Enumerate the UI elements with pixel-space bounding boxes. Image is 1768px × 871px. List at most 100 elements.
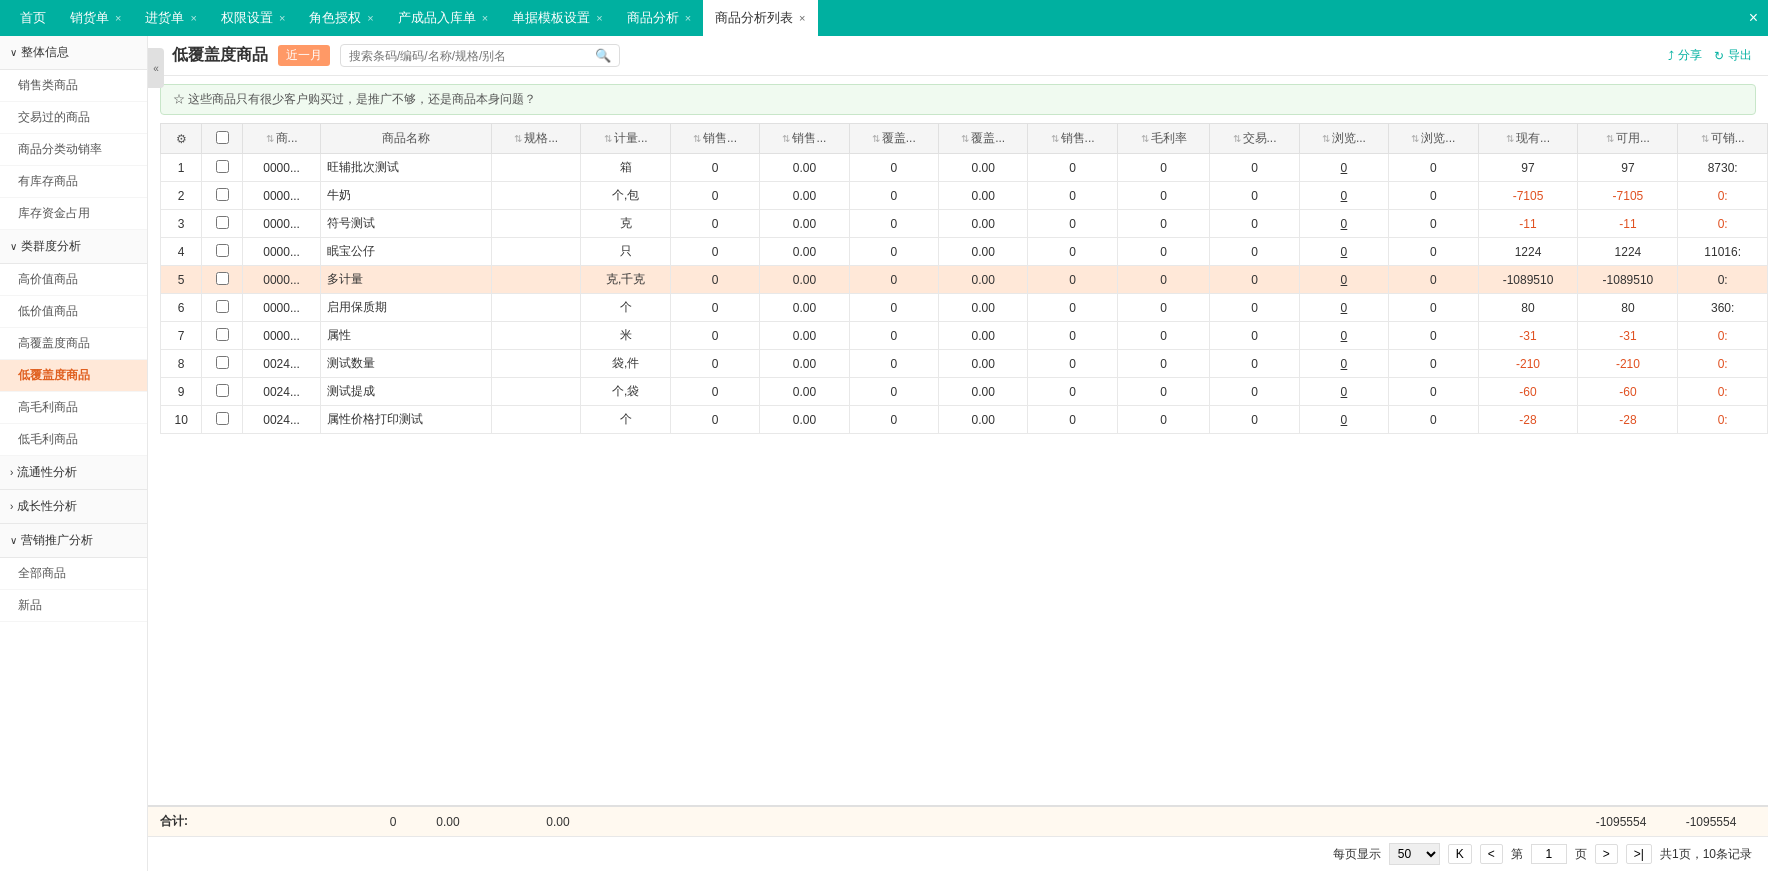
close-icon[interactable]: × (596, 12, 602, 24)
row-name[interactable]: 符号测试 (321, 210, 492, 238)
sidebar-toggle-button[interactable]: « (148, 48, 164, 88)
sidebar-item-high-value[interactable]: 高价值商品 (0, 264, 147, 296)
row-select-checkbox[interactable] (216, 356, 229, 369)
nav-purchase-order[interactable]: 进货单 × (133, 0, 208, 36)
sidebar-section-marketing[interactable]: ∨ 营销推广分析 (0, 524, 147, 558)
row-select-checkbox[interactable] (216, 412, 229, 425)
per-page-select[interactable]: 50 20 100 200 (1389, 843, 1440, 865)
col-saleable[interactable]: ⇅可销... (1678, 124, 1768, 154)
col-trade[interactable]: ⇅交易... (1210, 124, 1299, 154)
sidebar-item-high-margin[interactable]: 高毛利商品 (0, 392, 147, 424)
row-browse1[interactable]: 0 (1299, 182, 1388, 210)
sidebar-item-high-coverage[interactable]: 高覆盖度商品 (0, 328, 147, 360)
row-name[interactable]: 旺辅批次测试 (321, 154, 492, 182)
row-browse1[interactable]: 0 (1299, 238, 1388, 266)
row-browse1[interactable]: 0 (1299, 154, 1388, 182)
row-checkbox[interactable] (202, 238, 243, 266)
sidebar-item-traded-goods[interactable]: 交易过的商品 (0, 102, 147, 134)
nav-home[interactable]: 首页 (8, 0, 58, 36)
close-icon[interactable]: × (190, 12, 196, 24)
row-checkbox[interactable] (202, 406, 243, 434)
row-checkbox[interactable] (202, 350, 243, 378)
sidebar-item-low-value[interactable]: 低价值商品 (0, 296, 147, 328)
first-page-button[interactable]: K (1448, 844, 1472, 864)
col-spec[interactable]: ⇅规格... (491, 124, 580, 154)
prev-page-button[interactable]: < (1480, 844, 1503, 864)
share-button[interactable]: ⤴ 分享 (1668, 47, 1702, 64)
col-browse1[interactable]: ⇅浏览... (1299, 124, 1388, 154)
row-browse1[interactable]: 0 (1299, 266, 1388, 294)
col-name[interactable]: 商品名称 (321, 124, 492, 154)
close-icon[interactable]: × (367, 12, 373, 24)
nav-permissions[interactable]: 权限设置 × (209, 0, 297, 36)
close-icon[interactable]: × (115, 12, 121, 24)
sidebar-item-all-goods[interactable]: 全部商品 (0, 558, 147, 590)
col-code[interactable]: ⇅商... (243, 124, 321, 154)
row-name[interactable]: 属性 (321, 322, 492, 350)
sidebar-item-sales-goods[interactable]: 销售类商品 (0, 70, 147, 102)
row-name[interactable]: 牛奶 (321, 182, 492, 210)
row-checkbox[interactable] (202, 378, 243, 406)
sidebar-item-inventory-capital[interactable]: 库存资金占用 (0, 198, 147, 230)
row-browse1[interactable]: 0 (1299, 322, 1388, 350)
row-browse1[interactable]: 0 (1299, 350, 1388, 378)
close-icon[interactable]: × (482, 12, 488, 24)
select-all-checkbox[interactable] (216, 131, 229, 144)
search-input[interactable] (349, 49, 591, 63)
row-select-checkbox[interactable] (216, 160, 229, 173)
sidebar-item-inventory-goods[interactable]: 有库存商品 (0, 166, 147, 198)
col-cover1[interactable]: ⇅覆盖... (849, 124, 938, 154)
sidebar-section-growth[interactable]: › 成长性分析 (0, 490, 147, 524)
row-checkbox[interactable] (202, 294, 243, 322)
sidebar-section-liquidity[interactable]: › 流通性分析 (0, 456, 147, 490)
row-name[interactable]: 多计量 (321, 266, 492, 294)
nav-product-analysis[interactable]: 商品分析 × (615, 0, 703, 36)
col-settings[interactable]: ⚙ (161, 124, 202, 154)
row-select-checkbox[interactable] (216, 188, 229, 201)
nav-role-auth[interactable]: 角色授权 × (297, 0, 385, 36)
col-unit[interactable]: ⇅计量... (581, 124, 670, 154)
sidebar-item-category-rate[interactable]: 商品分类动销率 (0, 134, 147, 166)
row-select-checkbox[interactable] (216, 300, 229, 313)
row-checkbox[interactable] (202, 154, 243, 182)
row-select-checkbox[interactable] (216, 384, 229, 397)
close-icon[interactable]: × (685, 12, 691, 24)
nav-product-analysis-list[interactable]: 商品分析列表 × (703, 0, 817, 36)
col-margin[interactable]: ⇅毛利率 (1117, 124, 1210, 154)
sidebar-section-overall[interactable]: ∨ 整体信息 (0, 36, 147, 70)
row-select-checkbox[interactable] (216, 328, 229, 341)
row-name[interactable]: 测试提成 (321, 378, 492, 406)
row-browse1[interactable]: 0 (1299, 294, 1388, 322)
col-available[interactable]: ⇅可用... (1578, 124, 1678, 154)
last-page-button[interactable]: >| (1626, 844, 1652, 864)
period-button[interactable]: 近一月 (278, 45, 330, 66)
col-sales-qty[interactable]: ⇅销售... (670, 124, 759, 154)
page-input[interactable] (1531, 844, 1567, 864)
row-select-checkbox[interactable] (216, 272, 229, 285)
nav-template-settings[interactable]: 单据模板设置 × (500, 0, 614, 36)
col-sales-amt[interactable]: ⇅销售... (760, 124, 849, 154)
row-name[interactable]: 眠宝公仔 (321, 238, 492, 266)
row-checkbox[interactable] (202, 266, 243, 294)
row-select-checkbox[interactable] (216, 216, 229, 229)
next-page-button[interactable]: > (1595, 844, 1618, 864)
col-current[interactable]: ⇅现有... (1478, 124, 1578, 154)
sidebar-item-low-coverage[interactable]: 低覆盖度商品 (0, 360, 147, 392)
col-cover2[interactable]: ⇅覆盖... (939, 124, 1028, 154)
sidebar-item-low-margin[interactable]: 低毛利商品 (0, 424, 147, 456)
row-checkbox[interactable] (202, 182, 243, 210)
row-checkbox[interactable] (202, 322, 243, 350)
row-browse1[interactable]: 0 (1299, 406, 1388, 434)
row-checkbox[interactable] (202, 210, 243, 238)
row-name[interactable]: 测试数量 (321, 350, 492, 378)
row-browse1[interactable]: 0 (1299, 378, 1388, 406)
nav-finished-goods[interactable]: 产成品入库单 × (386, 0, 500, 36)
row-select-checkbox[interactable] (216, 244, 229, 257)
sidebar-item-new-goods[interactable]: 新品 (0, 590, 147, 622)
export-button[interactable]: ↻ 导出 (1714, 47, 1752, 64)
search-icon[interactable]: 🔍 (595, 48, 611, 63)
nav-sales-order[interactable]: 销货单 × (58, 0, 133, 36)
row-name[interactable]: 启用保质期 (321, 294, 492, 322)
window-close-button[interactable]: × (1749, 9, 1758, 27)
row-browse1[interactable]: 0 (1299, 210, 1388, 238)
